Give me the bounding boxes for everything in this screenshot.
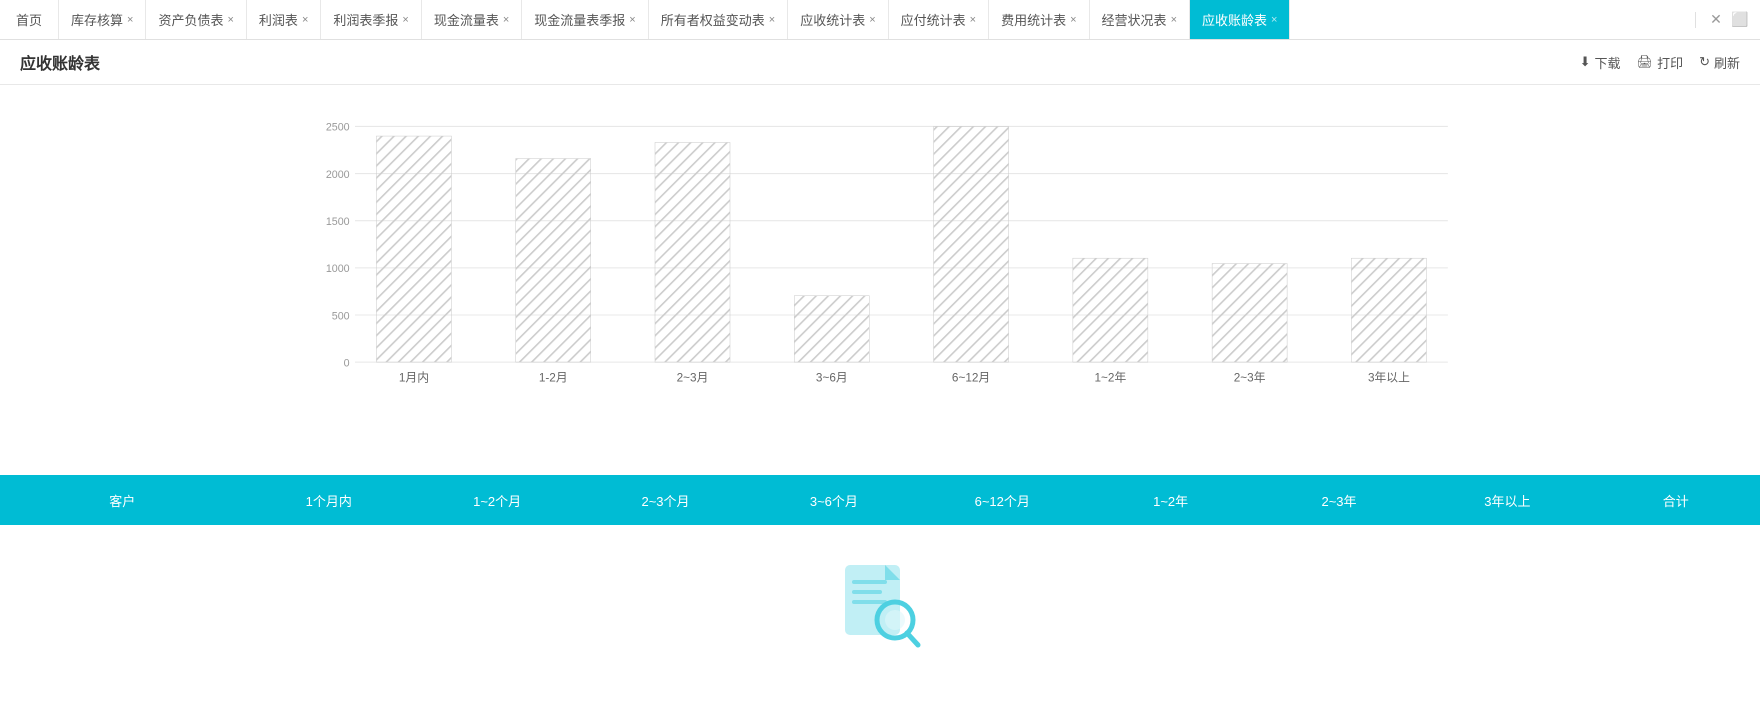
tab-label-ap-stat: 应付统计表 — [901, 10, 966, 29]
tab-close-inventory[interactable]: × — [127, 14, 133, 26]
bar-3-6月 — [794, 296, 869, 362]
table-header-9: 合计 — [1592, 491, 1760, 510]
svg-text:6~12月: 6~12月 — [952, 371, 990, 384]
tab-label-profit: 利润表 — [259, 10, 298, 29]
tab-profit-q[interactable]: 利润表季报 × — [321, 0, 421, 40]
tab-ar-aging[interactable]: 应收账龄表 × — [1190, 0, 1290, 40]
table-header-5: 6~12个月 — [918, 491, 1086, 510]
tab-label-inventory: 库存核算 — [71, 10, 123, 29]
chart-area: 0 500 1000 1500 2000 2500 1月内 1-2月 2~3月 … — [0, 85, 1760, 475]
bar-1月内 — [376, 136, 451, 362]
table-header-1: 1个月内 — [245, 491, 413, 510]
empty-area — [0, 525, 1760, 685]
svg-text:1-2月: 1-2月 — [539, 371, 568, 384]
bar-chart: 0 500 1000 1500 2000 2500 1月内 1-2月 2~3月 … — [20, 105, 1740, 405]
tab-bar: 首页 库存核算×资产负债表×利润表×利润表季报×现金流量表×现金流量表季报×所有… — [0, 0, 1760, 40]
empty-illustration — [830, 555, 930, 655]
refresh-icon: ↻ — [1699, 54, 1710, 70]
tab-label-expense: 费用统计表 — [1001, 10, 1066, 29]
tab-profit[interactable]: 利润表 × — [247, 0, 321, 40]
tab-close-balance[interactable]: × — [227, 14, 233, 26]
tab-close-expense[interactable]: × — [1070, 14, 1076, 26]
print-button[interactable]: 🖨 打印 — [1637, 53, 1684, 72]
download-icon: ⬇ — [1580, 54, 1591, 70]
bar-2-3月 — [655, 143, 730, 363]
table-header-6: 1~2年 — [1086, 491, 1254, 510]
refresh-label: 刷新 — [1714, 53, 1740, 72]
svg-text:0: 0 — [344, 357, 350, 369]
tab-ar-stat[interactable]: 应收统计表 × — [788, 0, 888, 40]
print-label: 打印 — [1657, 53, 1683, 72]
tab-label-ar-aging: 应收账龄表 — [1202, 10, 1267, 29]
tab-label-cashflow-q: 现金流量表季报 — [534, 10, 625, 29]
svg-text:2~3年: 2~3年 — [1234, 370, 1266, 384]
tab-label-balance: 资产负债表 — [158, 10, 223, 29]
tab-close-ar-aging[interactable]: × — [1271, 14, 1277, 26]
svg-text:1月内: 1月内 — [399, 370, 429, 384]
tab-close-profit-q[interactable]: × — [402, 14, 408, 26]
svg-text:3年以上: 3年以上 — [1368, 370, 1410, 384]
download-label: 下载 — [1595, 53, 1621, 72]
svg-text:3~6月: 3~6月 — [816, 371, 848, 384]
tab-close-ar-stat[interactable]: × — [869, 14, 875, 26]
tab-operation[interactable]: 经营状况表 × — [1090, 0, 1190, 40]
tab-close-cashflow-q[interactable]: × — [629, 14, 635, 26]
bar-6-12月 — [934, 126, 1009, 362]
header-actions: ⬇ 下载 🖨 打印 ↻ 刷新 — [1580, 53, 1740, 72]
page-header: 应收账龄表 ⬇ 下载 🖨 打印 ↻ 刷新 — [0, 40, 1760, 85]
tab-label-equity: 所有者权益变动表 — [661, 10, 765, 29]
tab-equity[interactable]: 所有者权益变动表 × — [649, 0, 788, 40]
bar-1-2月 — [516, 159, 591, 363]
svg-text:2500: 2500 — [326, 122, 350, 134]
svg-text:1500: 1500 — [326, 216, 350, 228]
bar-1-2年 — [1073, 258, 1148, 362]
tab-inventory[interactable]: 库存核算 × — [59, 0, 146, 40]
window-controls: ✕ ⬜ — [1695, 12, 1760, 28]
page-title: 应收账龄表 — [20, 50, 100, 74]
svg-text:1000: 1000 — [326, 263, 350, 275]
svg-text:500: 500 — [332, 310, 350, 322]
table-header-4: 3~6个月 — [750, 491, 918, 510]
tab-cashflow-q[interactable]: 现金流量表季报 × — [522, 0, 648, 40]
svg-text:1~2年: 1~2年 — [1094, 370, 1126, 384]
tab-balance[interactable]: 资产负债表 × — [146, 0, 246, 40]
maximize-button[interactable]: ⬜ — [1732, 12, 1748, 28]
print-icon: 🖨 — [1637, 54, 1654, 70]
tab-ap-stat[interactable]: 应付统计表 × — [889, 0, 989, 40]
table-header-2: 1~2个月 — [413, 491, 581, 510]
tab-close-cashflow[interactable]: × — [503, 14, 509, 26]
tab-close-equity[interactable]: × — [769, 14, 775, 26]
tab-label-cashflow: 现金流量表 — [434, 10, 499, 29]
tab-expense[interactable]: 费用统计表 × — [989, 0, 1089, 40]
main-content: 0 500 1000 1500 2000 2500 1月内 1-2月 2~3月 … — [0, 85, 1760, 720]
tab-label-ar-stat: 应收统计表 — [800, 10, 865, 29]
bar-2-3年 — [1212, 264, 1287, 363]
bar-3年以上 — [1351, 258, 1426, 362]
table-header-8: 3年以上 — [1423, 491, 1591, 510]
tab-close-profit[interactable]: × — [302, 14, 308, 26]
tab-label-operation: 经营状况表 — [1102, 10, 1167, 29]
table-header-7: 2~3年 — [1255, 491, 1423, 510]
tab-label-profit-q: 利润表季报 — [333, 10, 398, 29]
tab-home[interactable]: 首页 — [0, 0, 59, 40]
close-button[interactable]: ✕ — [1708, 12, 1724, 28]
svg-text:2000: 2000 — [326, 169, 350, 181]
tab-close-ap-stat[interactable]: × — [970, 14, 976, 26]
tab-close-operation[interactable]: × — [1171, 14, 1177, 26]
tab-cashflow[interactable]: 现金流量表 × — [422, 0, 522, 40]
refresh-button[interactable]: ↻ 刷新 — [1699, 53, 1740, 72]
table-header-0: 客户 — [0, 491, 245, 510]
download-button[interactable]: ⬇ 下载 — [1580, 53, 1621, 72]
table-header-3: 2~3个月 — [581, 491, 749, 510]
table-header: 客户1个月内1~2个月2~3个月3~6个月6~12个月1~2年2~3年3年以上合… — [0, 475, 1760, 525]
svg-text:2~3月: 2~3月 — [677, 371, 709, 384]
